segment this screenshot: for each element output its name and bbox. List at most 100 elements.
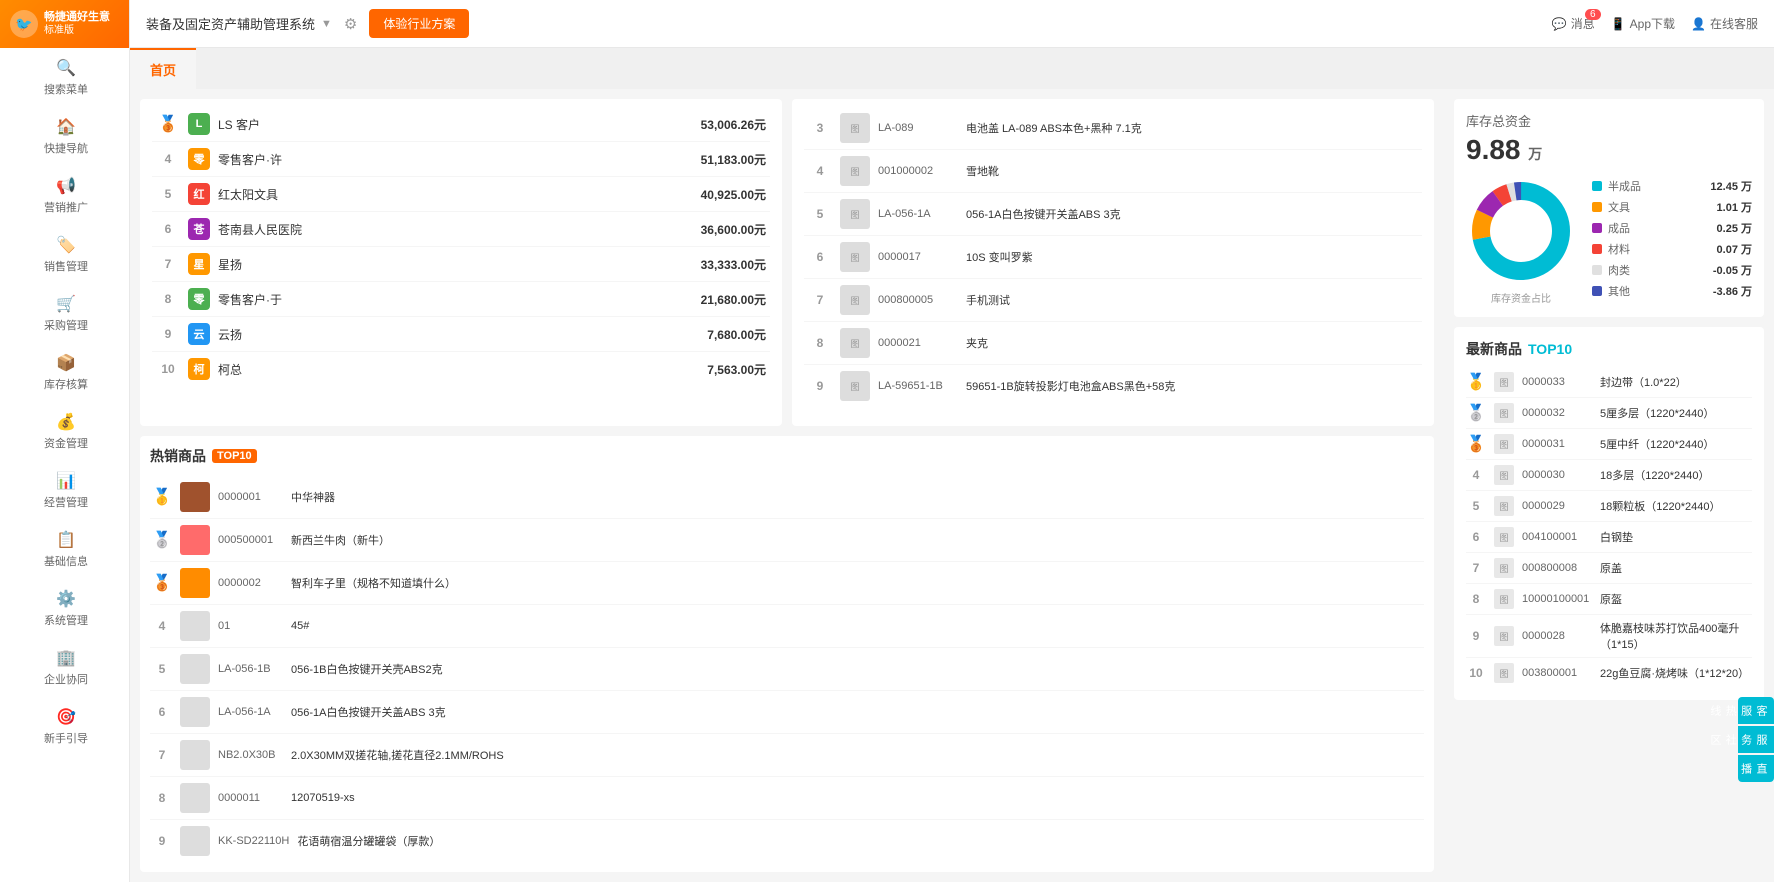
product-code: 0000017 <box>878 251 958 263</box>
rank-number: 9 <box>1466 629 1486 643</box>
sidebar-item-finance[interactable]: 💰 资金管理 <box>0 402 129 461</box>
product-ranking-item[interactable]: 6 图 0000017 10S 变叫罗紫 <box>804 236 1422 279</box>
customer-ranking-list: 🥉 L LS 客户 53,006.26元 4 零 零售客户·许 51,183.0… <box>152 107 770 386</box>
hotline-service-button[interactable]: 服务社区 <box>1738 726 1774 753</box>
customer-ranking-item[interactable]: 6 苍 苍南县人民医院 36,600.00元 <box>152 212 770 247</box>
sidebar-item-quick-nav[interactable]: 🏠 快捷导航 <box>0 107 129 166</box>
latest-product-item[interactable]: 5 图 0000029 18颗粒板（1220*2440） <box>1466 491 1752 522</box>
sidebar-item-inventory[interactable]: 📦 库存核算 <box>0 343 129 402</box>
latest-product-item[interactable]: 🥈 图 0000032 5厘多层（1220*2440） <box>1466 398 1752 429</box>
customer-ranking-item[interactable]: 7 星 星扬 33,333.00元 <box>152 247 770 282</box>
customer-amount: 7,680.00元 <box>707 326 766 343</box>
customer-ranking-item[interactable]: 10 柯 柯总 7,563.00元 <box>152 352 770 386</box>
legend-name: 肉类 <box>1608 262 1707 278</box>
inventory-card: 库存总资金 9.88 万 <box>1454 99 1764 317</box>
product-name: 中华神器 <box>291 489 1422 505</box>
product-image <box>180 611 210 641</box>
rank-number: 🥉 <box>152 573 172 593</box>
sidebar-item-enterprise[interactable]: 🏢 企业协同 <box>0 638 129 697</box>
hot-product-item[interactable]: 🥉 0000002 智利车子里（规格不知道填什么） <box>150 562 1424 605</box>
latest-product-item[interactable]: 10 图 003800001 22g鱼豆腐·烧烤味（1*12*20） <box>1466 658 1752 688</box>
sidebar-item-operations[interactable]: 📊 经营管理 <box>0 461 129 520</box>
product-code: NB2.0X30B <box>218 749 283 761</box>
guide-icon: 🎯 <box>56 707 76 727</box>
app-download-button[interactable]: 📱 App下载 <box>1611 15 1675 32</box>
product-name: 18多层（1220*2440） <box>1600 467 1752 483</box>
basic-info-icon: 📋 <box>56 530 76 550</box>
sidebar-item-guide[interactable]: 🎯 新手引导 <box>0 697 129 756</box>
customer-name: 柯总 <box>218 361 699 378</box>
hot-product-item[interactable]: 6 LA-056-1A 056-1A白色按键开关盖ABS 3克 <box>150 691 1424 734</box>
product-image-placeholder <box>180 611 210 641</box>
latest-product-item[interactable]: 7 图 000800008 原盖 <box>1466 553 1752 584</box>
product-code: KK-SD22110H <box>218 835 289 847</box>
product-code: 0000028 <box>1522 630 1592 642</box>
product-ranking-item[interactable]: 8 图 0000021 夹克 <box>804 322 1422 365</box>
product-name: 花语萌宿温分罐罐袋（厚款） <box>297 833 1422 849</box>
latest-product-item[interactable]: 🥇 图 0000033 封边带（1.0*22） <box>1466 367 1752 398</box>
experience-button[interactable]: 体验行业方案 <box>369 9 469 38</box>
product-code: 003800001 <box>1522 667 1592 679</box>
sidebar-item-label: 系统管理 <box>44 612 88 628</box>
product-ranking-item[interactable]: 7 图 000800005 手机测试 <box>804 279 1422 322</box>
rank-number: 6 <box>1466 530 1486 544</box>
customer-avatar: 柯 <box>188 358 210 380</box>
hot-products-title-text: 热销商品 <box>150 446 206 466</box>
sidebar-item-search[interactable]: 🔍 搜索菜单 <box>0 48 129 107</box>
hot-product-item[interactable]: 🥈 000500001 新西兰牛肉（新牛） <box>150 519 1424 562</box>
product-name: 2.0X30MM双搓花轴,搓花直径2.1MM/ROHS <box>291 747 1422 763</box>
customer-name: LS 客户 <box>218 116 693 133</box>
system-icon: ⚙️ <box>56 589 76 609</box>
sidebar-item-purchase[interactable]: 🛒 采购管理 <box>0 284 129 343</box>
hotline-broadcast-button[interactable]: 直播 <box>1738 755 1774 782</box>
product-ranking-item[interactable]: 4 图 001000002 雪地靴 <box>804 150 1422 193</box>
latest-product-item[interactable]: 9 图 0000028 体脆嘉枝味苏打饮品400毫升（1*15） <box>1466 615 1752 658</box>
sidebar-item-sales[interactable]: 🏷️ 销售管理 <box>0 225 129 284</box>
sidebar-item-label: 经营管理 <box>44 494 88 510</box>
product-image-placeholder: 图 <box>840 371 870 401</box>
rank-number: 5 <box>1466 499 1486 513</box>
online-service-button[interactable]: 👤 在线客服 <box>1691 15 1758 32</box>
product-ranking-item[interactable]: 9 图 LA-59651-1B 59651-1B旋转投影灯电池盒ABS黑色+58… <box>804 365 1422 407</box>
product-icon: 图 <box>1494 465 1514 485</box>
product-ranking-item[interactable]: 5 图 LA-056-1A 056-1A白色按键开关盖ABS 3克 <box>804 193 1422 236</box>
customer-ranking-item[interactable]: 9 云 云扬 7,680.00元 <box>152 317 770 352</box>
product-code: 01 <box>218 620 283 632</box>
rank-number: 🥈 <box>1466 403 1486 423</box>
latest-product-item[interactable]: 6 图 004100001 白钢垫 <box>1466 522 1752 553</box>
hot-product-item[interactable]: 8 0000011 12070519-xs <box>150 777 1424 820</box>
hot-product-item[interactable]: 5 LA-056-1B 056-1B白色按键开关壳ABS2克 <box>150 648 1424 691</box>
customer-ranking-item[interactable]: 5 红 红太阳文具 40,925.00元 <box>152 177 770 212</box>
hotline-customer-button[interactable]: 客服热线 <box>1738 697 1774 724</box>
product-code: 0000021 <box>878 337 958 349</box>
settings-icon[interactable]: ⚙ <box>344 15 357 33</box>
product-ranking-item[interactable]: 3 图 LA-089 电池盖 LA-089 ABS本色+黑种 7.1克 <box>804 107 1422 150</box>
system-title-selector[interactable]: 装备及固定资产辅助管理系统 ▼ <box>146 14 332 33</box>
notification-button[interactable]: 💬 消息 6 <box>1552 15 1595 32</box>
product-image <box>180 697 210 727</box>
latest-product-item[interactable]: 8 图 10000100001 原盔 <box>1466 584 1752 615</box>
hot-product-item[interactable]: 9 KK-SD22110H 花语萌宿温分罐罐袋（厚款） <box>150 820 1424 862</box>
sidebar-item-label: 资金管理 <box>44 435 88 451</box>
customer-ranking-item[interactable]: 4 零 零售客户·许 51,183.00元 <box>152 142 770 177</box>
product-code: 0000011 <box>218 792 283 804</box>
sidebar-item-label: 销售管理 <box>44 258 88 274</box>
rank-number: 4 <box>1466 468 1486 482</box>
product-code: LA-056-1B <box>218 663 283 675</box>
customer-ranking-item[interactable]: 🥉 L LS 客户 53,006.26元 <box>152 107 770 142</box>
latest-product-item[interactable]: 4 图 0000030 18多层（1220*2440） <box>1466 460 1752 491</box>
customer-ranking-item[interactable]: 8 零 零售客户·于 21,680.00元 <box>152 282 770 317</box>
latest-product-item[interactable]: 🥉 图 0000031 5厘中纤（1220*2440） <box>1466 429 1752 460</box>
hot-product-item[interactable]: 7 NB2.0X30B 2.0X30MM双搓花轴,搓花直径2.1MM/ROHS <box>150 734 1424 777</box>
product-image-placeholder: 图 <box>840 113 870 143</box>
sidebar-item-system[interactable]: ⚙️ 系统管理 <box>0 579 129 638</box>
hot-product-item[interactable]: 4 01 45# <box>150 605 1424 648</box>
sidebar-item-basic-info[interactable]: 📋 基础信息 <box>0 520 129 579</box>
sidebar-item-marketing[interactable]: 📢 营销推广 <box>0 166 129 225</box>
tab-home[interactable]: 首页 <box>130 48 196 89</box>
hot-product-item[interactable]: 🥇 0000001 中华神器 <box>150 476 1424 519</box>
logo-icon: 🐦 <box>10 10 38 38</box>
latest-products-list: 🥇 图 0000033 封边带（1.0*22） 🥈 图 0000032 5厘多层… <box>1466 367 1752 688</box>
sales-icon: 🏷️ <box>56 235 76 255</box>
sidebar-item-label: 企业协同 <box>44 671 88 687</box>
